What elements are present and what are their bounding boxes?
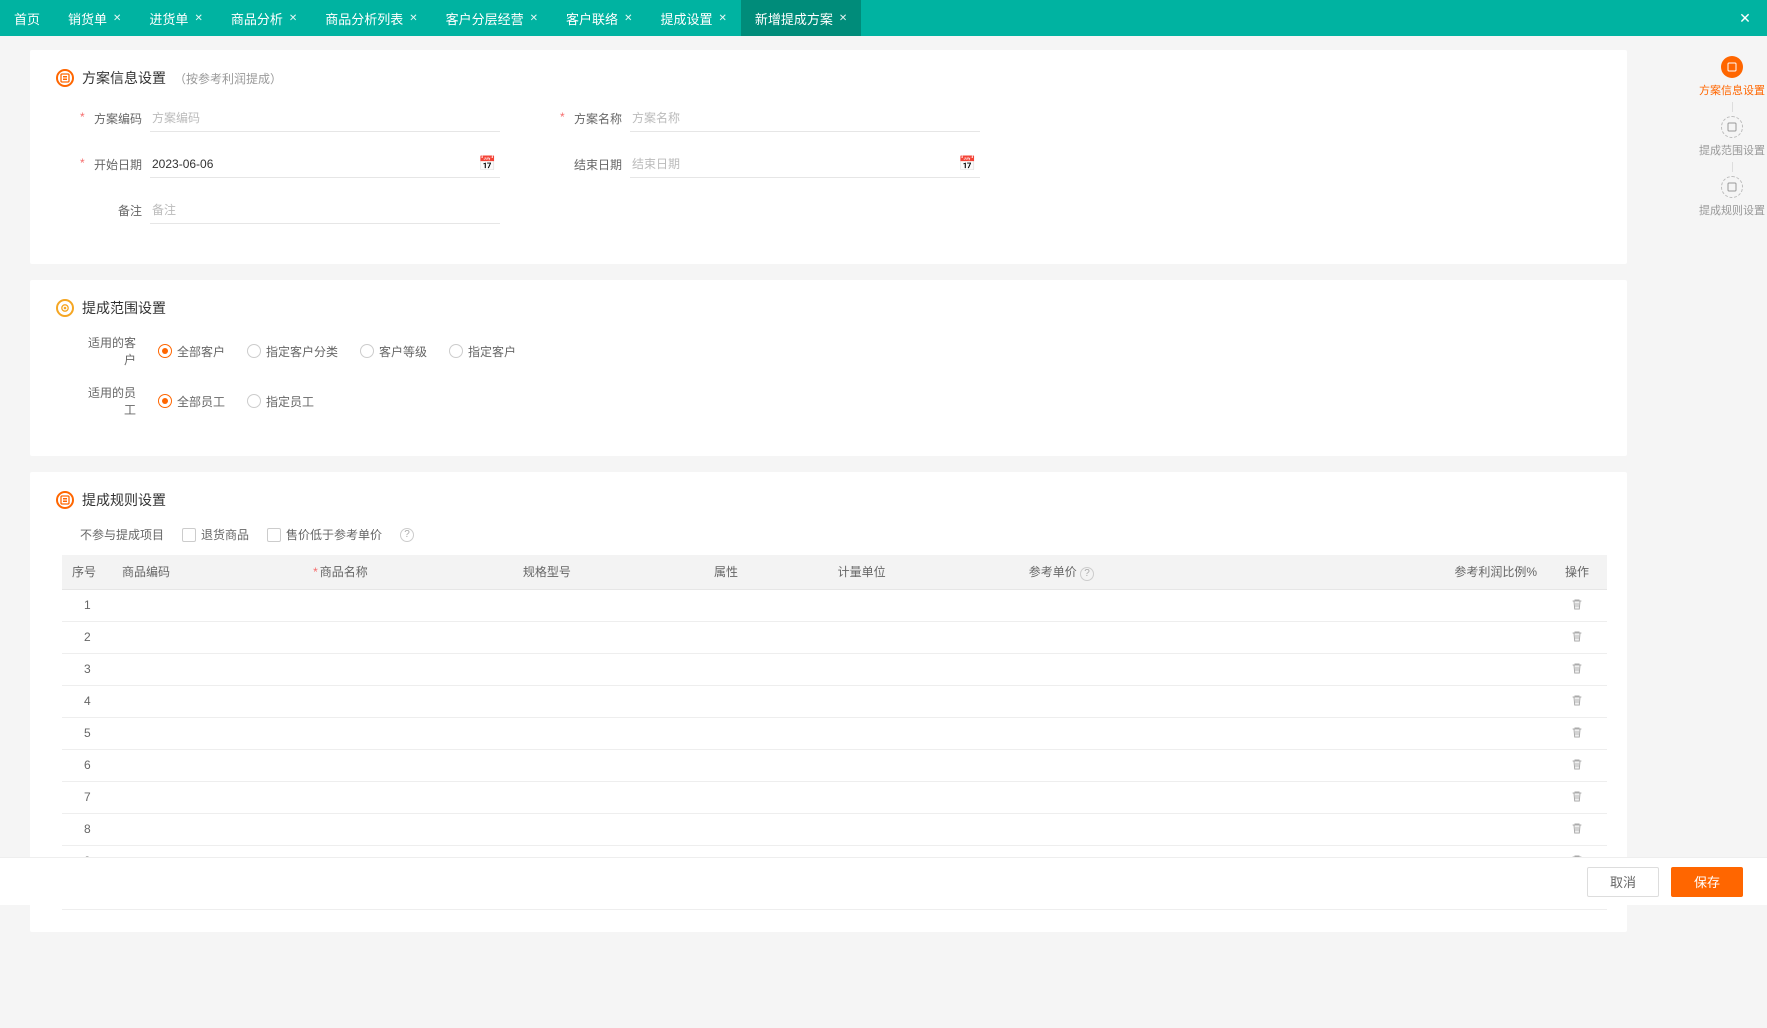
nav-tabs: 首页销货单✕进货单✕商品分析✕商品分析列表✕客户分层经营✕客户联络✕提成设置✕新…	[0, 0, 1767, 36]
tab-close-icon[interactable]: ✕	[718, 13, 726, 24]
delete-row-icon[interactable]	[1570, 696, 1584, 710]
radio-staff-0[interactable]: 全部员工	[158, 393, 225, 410]
col-7: 参考利润比例%	[1258, 555, 1547, 589]
delete-row-icon[interactable]	[1570, 728, 1584, 742]
col-8: 操作	[1547, 555, 1607, 589]
tab-商品分析列表[interactable]: 商品分析列表✕	[311, 0, 431, 36]
tab-提成设置[interactable]: 提成设置✕	[646, 0, 740, 36]
tab-close-icon[interactable]: ✕	[624, 13, 632, 24]
col-3: 规格型号	[513, 555, 704, 589]
tab-进货单[interactable]: 进货单✕	[135, 0, 216, 36]
table-row[interactable]: 8	[62, 813, 1607, 845]
footer-actions: 取消 保存	[0, 857, 1767, 905]
col-6: 参考单价 ?	[1019, 555, 1259, 589]
panel-plan-info: 方案信息设置 （按参考利润提成） 方案编码 方案名称 开始日期	[30, 50, 1627, 264]
panel-title: 提成范围设置	[82, 298, 166, 318]
cancel-button[interactable]: 取消	[1587, 867, 1659, 897]
section-icon	[56, 299, 74, 317]
label-end-date: 结束日期	[560, 156, 630, 173]
input-start-date[interactable]	[150, 150, 500, 178]
scope-staff-row: 适用的员工 全部员工 指定员工	[80, 384, 1601, 418]
checkbox-0[interactable]: 退货商品	[182, 526, 249, 543]
section-icon	[56, 69, 74, 87]
tab-close-icon[interactable]: ✕	[839, 13, 847, 24]
radio-customer-1[interactable]: 指定客户分类	[247, 343, 338, 360]
tab-close-icon[interactable]: ✕	[409, 13, 417, 24]
label-code: 方案编码	[80, 110, 150, 127]
delete-row-icon[interactable]	[1570, 824, 1584, 838]
input-remark[interactable]	[150, 196, 500, 224]
table-row[interactable]: 5	[62, 717, 1607, 749]
help-icon[interactable]: ?	[1080, 567, 1094, 581]
tab-客户联络[interactable]: 客户联络✕	[552, 0, 646, 36]
delete-row-icon[interactable]	[1570, 600, 1584, 614]
table-row[interactable]: 7	[62, 781, 1607, 813]
panel-scope: 提成范围设置 适用的客户 全部客户 指定客户分类 客户等级 指定客户 适用的员工 全部…	[30, 280, 1627, 456]
table-row[interactable]: 2	[62, 621, 1607, 653]
section-nav-1[interactable]: 提成范围设置	[1699, 116, 1765, 158]
checkbox-1[interactable]: 售价低于参考单价	[267, 526, 382, 543]
section-nav-2[interactable]: 提成规则设置	[1699, 176, 1765, 218]
panel-title: 方案信息设置	[82, 68, 166, 88]
delete-row-icon[interactable]	[1570, 664, 1584, 678]
input-plan-name[interactable]	[630, 104, 980, 132]
delete-row-icon[interactable]	[1570, 760, 1584, 774]
tab-首页[interactable]: 首页	[0, 0, 54, 36]
section-nav-0[interactable]: 方案信息设置	[1699, 56, 1765, 98]
tab-close-icon[interactable]: ✕	[530, 13, 538, 24]
radio-customer-3[interactable]: 指定客户	[449, 343, 516, 360]
radio-customer-0[interactable]: 全部客户	[158, 343, 225, 360]
label-customer-scope: 适用的客户	[80, 334, 136, 368]
input-end-date[interactable]	[630, 150, 980, 178]
scope-customer-row: 适用的客户 全部客户 指定客户分类 客户等级 指定客户	[80, 334, 1601, 368]
delete-row-icon[interactable]	[1570, 632, 1584, 646]
label-staff-scope: 适用的员工	[80, 384, 136, 418]
table-row[interactable]: 6	[62, 749, 1607, 781]
col-0: 序号	[62, 555, 112, 589]
col-5: 计量单位	[828, 555, 1019, 589]
tab-close-icon[interactable]: ✕	[113, 13, 121, 24]
section-icon	[56, 491, 74, 509]
tab-close-icon[interactable]: ✕	[194, 13, 202, 24]
close-all-tabs[interactable]: ✕	[1731, 0, 1759, 36]
col-2: *商品名称	[303, 555, 513, 589]
delete-row-icon[interactable]	[1570, 792, 1584, 806]
col-1: 商品编码	[112, 555, 303, 589]
panel-subtitle: （按参考利润提成）	[174, 70, 282, 87]
tab-商品分析[interactable]: 商品分析✕	[217, 0, 311, 36]
label-start-date: 开始日期	[80, 156, 150, 173]
radio-staff-1[interactable]: 指定员工	[247, 393, 314, 410]
tab-客户分层经营[interactable]: 客户分层经营✕	[432, 0, 552, 36]
table-row[interactable]: 1	[62, 589, 1607, 621]
help-icon[interactable]: ?	[400, 528, 414, 542]
label-remark: 备注	[80, 202, 150, 219]
table-row[interactable]: 4	[62, 685, 1607, 717]
tab-销货单[interactable]: 销货单✕	[54, 0, 135, 36]
label-exclude: 不参与提成项目	[80, 526, 164, 543]
label-name: 方案名称	[560, 110, 630, 127]
radio-customer-2[interactable]: 客户等级	[360, 343, 427, 360]
table-row[interactable]: 3	[62, 653, 1607, 685]
panel-title: 提成规则设置	[82, 490, 166, 510]
tab-新增提成方案[interactable]: 新增提成方案✕	[741, 0, 861, 36]
tab-close-icon[interactable]: ✕	[289, 13, 297, 24]
section-nav: 方案信息设置提成范围设置提成规则设置	[1697, 36, 1767, 218]
col-4: 属性	[704, 555, 828, 589]
input-plan-code[interactable]	[150, 104, 500, 132]
save-button[interactable]: 保存	[1671, 867, 1743, 897]
